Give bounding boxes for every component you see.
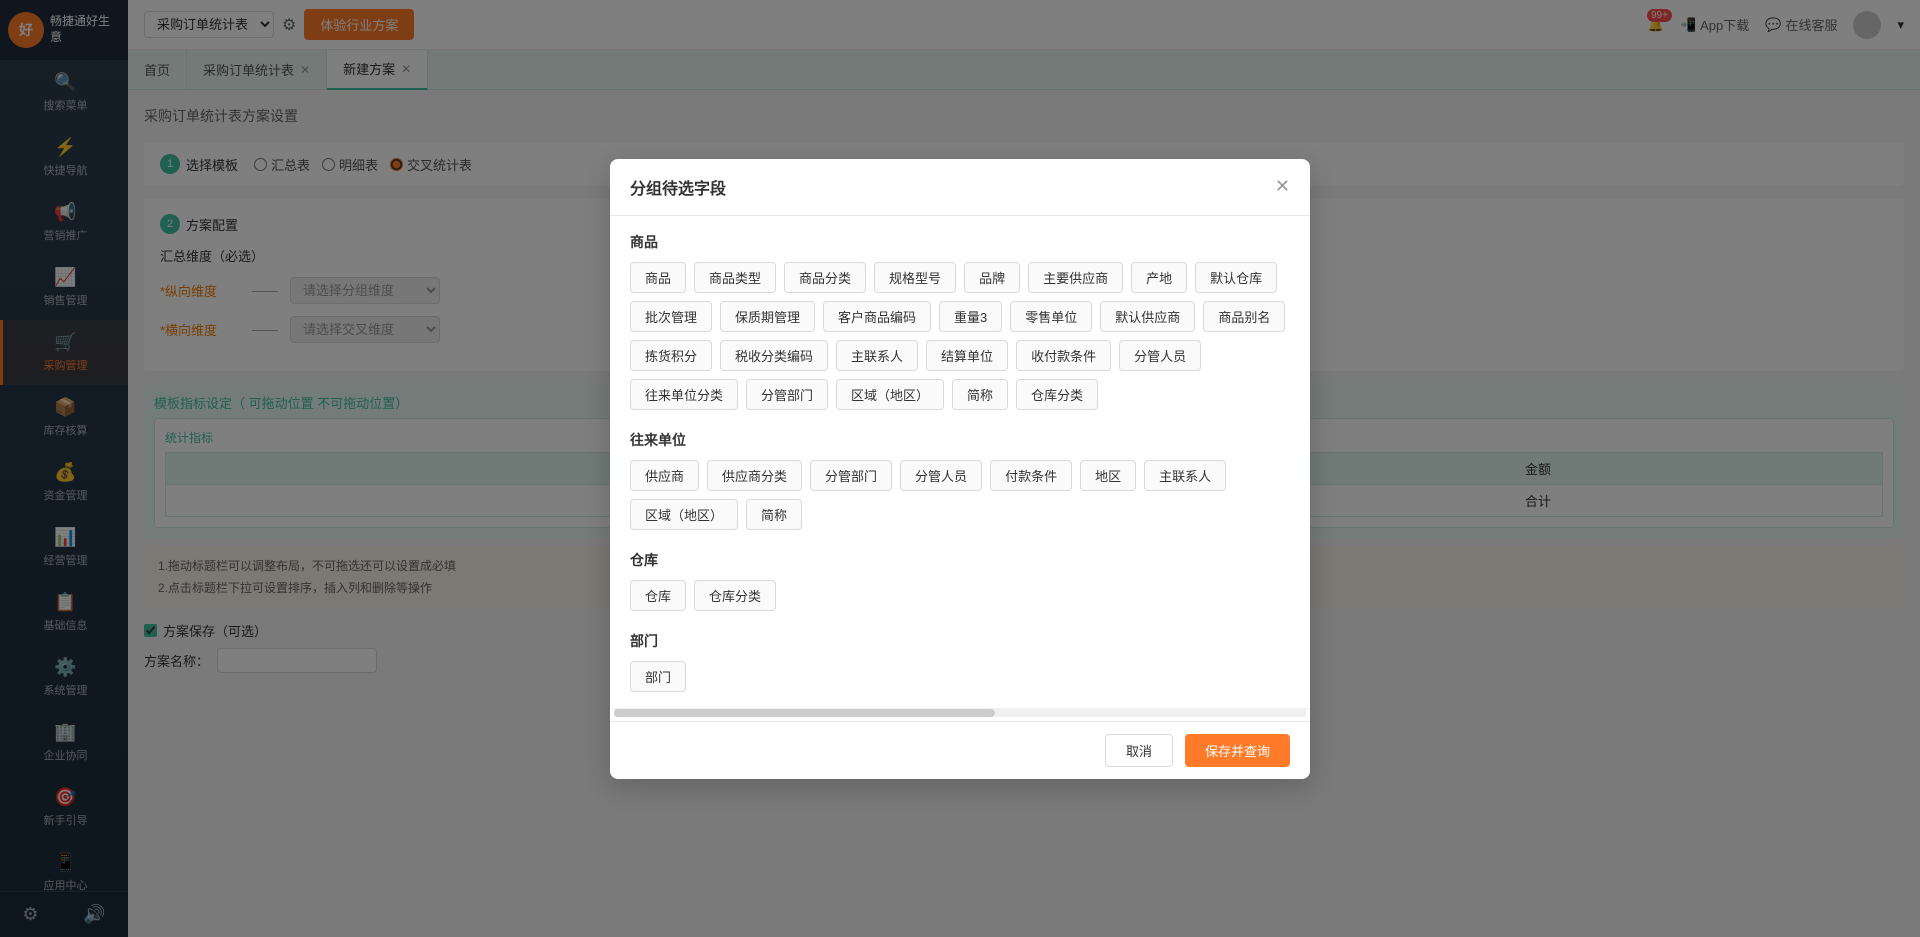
field-tag[interactable]: 批次管理 [630,301,712,332]
field-tag[interactable]: 主要供应商 [1028,262,1123,293]
field-tag[interactable]: 商品别名 [1203,301,1285,332]
field-group-department: 部门 部门 [630,631,1290,692]
field-tag[interactable]: 简称 [746,499,802,530]
field-tag[interactable]: 往来单位分类 [630,379,738,410]
field-group-warehouse-title: 仓库 [630,550,1290,570]
field-tag[interactable]: 商品分类 [784,262,866,293]
field-tag[interactable]: 分管人员 [1119,340,1201,371]
field-tag[interactable]: 品牌 [964,262,1020,293]
field-tags-department: 部门 [630,661,1290,692]
field-group-warehouse: 仓库 仓库 仓库分类 [630,550,1290,611]
field-tag[interactable]: 拣货积分 [630,340,712,371]
scrollbar-thumb[interactable] [614,709,995,717]
modal-title: 分组待选字段 [630,175,726,199]
field-tag[interactable]: 产地 [1131,262,1187,293]
field-tag[interactable]: 主联系人 [1144,460,1226,491]
field-tag[interactable]: 仓库分类 [694,580,776,611]
field-tag[interactable]: 区域（地区） [630,499,738,530]
field-tag[interactable]: 部门 [630,661,686,692]
field-tag[interactable]: 默认供应商 [1100,301,1195,332]
field-tag[interactable]: 分管部门 [810,460,892,491]
field-select-modal: 分组待选字段 ✕ 商品 商品 商品类型 商品分类 规格型号 品牌 主要供应商 [610,159,1310,779]
field-tag[interactable]: 商品 [630,262,686,293]
field-tag[interactable]: 重量3 [939,301,1002,332]
field-tag[interactable]: 仓库分类 [1016,379,1098,410]
field-tag[interactable]: 税收分类编码 [720,340,828,371]
confirm-button[interactable]: 保存并查询 [1185,734,1290,767]
modal-horizontal-scrollbar[interactable] [610,708,1310,721]
field-tag[interactable]: 默认仓库 [1195,262,1277,293]
modal-close-btn[interactable]: ✕ [1275,176,1290,197]
modal-header: 分组待选字段 ✕ [610,159,1310,216]
field-tag[interactable]: 付款条件 [990,460,1072,491]
field-tag[interactable]: 区域（地区） [836,379,944,410]
modal-body: 商品 商品 商品类型 商品分类 规格型号 品牌 主要供应商 产地 默认仓库 批次… [610,216,1310,708]
field-group-department-title: 部门 [630,631,1290,651]
field-tag[interactable]: 结算单位 [926,340,1008,371]
field-tag[interactable]: 客户商品编码 [823,301,931,332]
field-tag[interactable]: 简称 [952,379,1008,410]
field-tag[interactable]: 供应商 [630,460,699,491]
field-group-partner-title: 往来单位 [630,430,1290,450]
field-tag[interactable]: 地区 [1080,460,1136,491]
field-tag[interactable]: 主联系人 [836,340,918,371]
field-tag[interactable]: 供应商分类 [707,460,802,491]
field-tag[interactable]: 分管人员 [900,460,982,491]
field-tag[interactable]: 分管部门 [746,379,828,410]
field-tag[interactable]: 商品类型 [694,262,776,293]
field-tag[interactable]: 收付款条件 [1016,340,1111,371]
field-tag[interactable]: 零售单位 [1010,301,1092,332]
field-group-goods: 商品 商品 商品类型 商品分类 规格型号 品牌 主要供应商 产地 默认仓库 批次… [630,232,1290,410]
field-group-goods-title: 商品 [630,232,1290,252]
cancel-button[interactable]: 取消 [1105,734,1173,767]
field-tags-warehouse: 仓库 仓库分类 [630,580,1290,611]
field-tag[interactable]: 规格型号 [874,262,956,293]
field-tags-goods: 商品 商品类型 商品分类 规格型号 品牌 主要供应商 产地 默认仓库 批次管理 … [630,262,1290,410]
field-tag[interactable]: 保质期管理 [720,301,815,332]
modal-footer: 取消 保存并查询 [610,721,1310,779]
field-tags-partner: 供应商 供应商分类 分管部门 分管人员 付款条件 地区 主联系人 区域（地区） … [630,460,1290,530]
main-content: 采购订单统计表 ⚙ 体验行业方案 🔔 99+ 📲 App下载 💬 在线客服 [128,0,1920,937]
field-tag[interactable]: 仓库 [630,580,686,611]
modal-overlay: 分组待选字段 ✕ 商品 商品 商品类型 商品分类 规格型号 品牌 主要供应商 [128,0,1920,937]
field-group-partner: 往来单位 供应商 供应商分类 分管部门 分管人员 付款条件 地区 主联系人 区域… [630,430,1290,530]
